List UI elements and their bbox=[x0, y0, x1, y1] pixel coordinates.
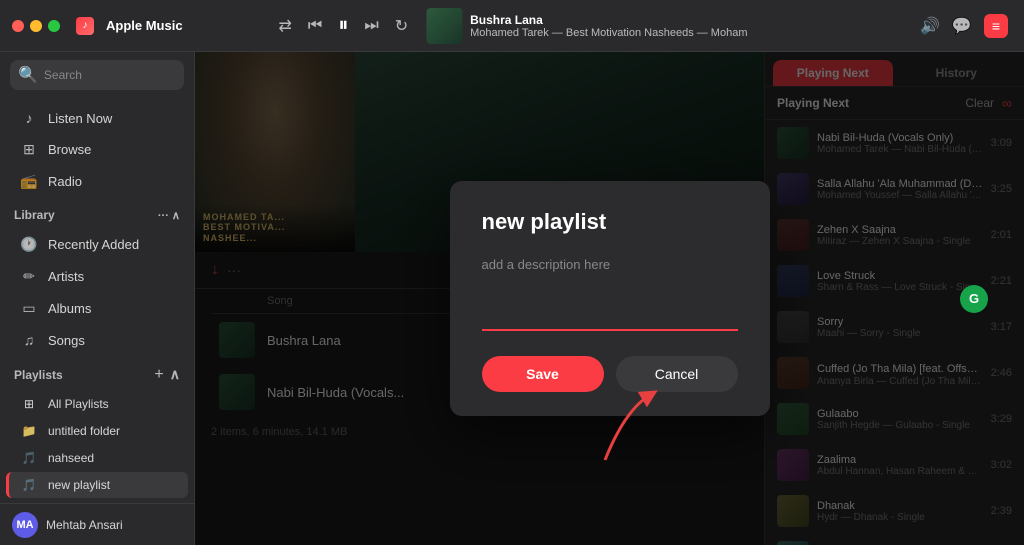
now-playing-info: Bushra Lana Mohamed Tarek — Best Motivat… bbox=[426, 8, 747, 44]
playlists-section: ⊞ All Playlists 📁 untitled folder 🎵 nahs… bbox=[0, 386, 194, 503]
sidebar-item-radio[interactable]: 📻 Radio bbox=[6, 166, 188, 197]
playlist-item-label: untitled folder bbox=[48, 424, 120, 438]
sidebar-item-label: Browse bbox=[48, 142, 91, 157]
modal-description-input[interactable] bbox=[482, 251, 738, 331]
playlist-item-label: All Playlists bbox=[48, 397, 109, 411]
library-expand-icon: ··· ∧ bbox=[158, 209, 180, 222]
playlists-controls: + ∧ bbox=[154, 366, 180, 384]
sidebar-item-albums[interactable]: ▭ Albums bbox=[6, 293, 188, 324]
search-icon: 🔍 bbox=[18, 65, 38, 85]
sidebar-item-browse[interactable]: ⊞ Browse bbox=[6, 134, 188, 165]
song-title: Bushra Lana bbox=[470, 13, 747, 27]
playlist-item-new-playlist[interactable]: 🎵 new playlist bbox=[6, 472, 188, 498]
repeat-button[interactable]: ↻ bbox=[393, 14, 410, 38]
listen-now-icon: ♪ bbox=[20, 110, 38, 126]
modal-dialog: new playlist Save Cancel bbox=[450, 181, 770, 416]
playlists-label: Playlists bbox=[14, 368, 63, 382]
main-layout: 🔍 ♪ Listen Now ⊞ Browse 📻 Radio Library … bbox=[0, 52, 1024, 545]
folder-icon: 📁 bbox=[20, 424, 38, 438]
titlebar-left: ♪ Apple Music bbox=[12, 17, 183, 35]
shuffle-button[interactable]: ⇄ bbox=[277, 14, 294, 38]
search-bar[interactable]: 🔍 bbox=[10, 60, 184, 90]
playlist-item-label: nahseed bbox=[48, 451, 94, 465]
playlist-item-all[interactable]: ⊞ All Playlists bbox=[6, 391, 188, 417]
playlist-item-label: new playlist bbox=[48, 478, 110, 492]
sidebar-item-label: Songs bbox=[48, 333, 85, 348]
sidebar-nav: ♪ Listen Now ⊞ Browse 📻 Radio bbox=[0, 98, 194, 202]
grammarly-icon[interactable]: G bbox=[960, 285, 988, 313]
modal-buttons: Save Cancel bbox=[482, 356, 738, 392]
modal-title: new playlist bbox=[482, 209, 738, 235]
sidebar-item-label: Artists bbox=[48, 269, 84, 284]
app-title: Apple Music bbox=[106, 18, 183, 33]
sidebar-item-songs[interactable]: ♫ Songs bbox=[6, 325, 188, 355]
modal-cancel-button[interactable]: Cancel bbox=[616, 356, 738, 392]
all-playlists-icon: ⊞ bbox=[20, 397, 38, 411]
transport-controls: ⇄ ⏮ ⏸ ⏭ ↻ bbox=[277, 12, 411, 39]
sidebar-item-label: Albums bbox=[48, 301, 91, 316]
sidebar-item-artists[interactable]: ✏ Artists bbox=[6, 261, 188, 292]
modal-overlay: new playlist Save Cancel G bbox=[195, 52, 1024, 545]
playlist-item-nahseed[interactable]: 🎵 nahseed bbox=[6, 445, 188, 471]
app-logo: ♪ bbox=[76, 17, 94, 35]
titlebar-right: 🔊 💬 ≡ bbox=[920, 14, 1008, 38]
pause-button[interactable]: ⏸ bbox=[336, 12, 350, 39]
sidebar-item-listen-now[interactable]: ♪ Listen Now bbox=[6, 103, 188, 133]
titlebar-center: ⇄ ⏮ ⏸ ⏭ ↻ Bushra Lana Mohamed Tarek — Be… bbox=[277, 8, 748, 44]
playlist-icon: 🎵 bbox=[20, 478, 38, 492]
songs-icon: ♫ bbox=[20, 332, 38, 348]
sidebar: 🔍 ♪ Listen Now ⊞ Browse 📻 Radio Library … bbox=[0, 52, 195, 545]
titlebar: ♪ Apple Music ⇄ ⏮ ⏸ ⏭ ↻ Bushra Lana Moha… bbox=[0, 0, 1024, 52]
radio-icon: 📻 bbox=[20, 173, 38, 190]
now-playing-thumb bbox=[426, 8, 462, 44]
recently-added-icon: 🕐 bbox=[20, 236, 38, 253]
prev-button[interactable]: ⏮ bbox=[306, 15, 324, 37]
user-footer: MA Mehtab Ansari bbox=[0, 503, 194, 545]
playlist-icon: 🎵 bbox=[20, 451, 38, 465]
now-playing-text: Bushra Lana Mohamed Tarek — Best Motivat… bbox=[470, 13, 747, 39]
queue-button[interactable]: ≡ bbox=[984, 14, 1008, 38]
albums-icon: ▭ bbox=[20, 300, 38, 317]
playlists-section-header[interactable]: Playlists + ∧ bbox=[0, 360, 194, 386]
playlists-collapse-icon: ∧ bbox=[170, 366, 180, 384]
library-section-header[interactable]: Library ··· ∧ bbox=[0, 202, 194, 224]
search-input[interactable] bbox=[44, 68, 195, 82]
close-button[interactable] bbox=[12, 20, 24, 32]
avatar: MA bbox=[12, 512, 38, 538]
sidebar-item-label: Recently Added bbox=[48, 237, 139, 252]
content-area: MOHAMED TA... BEST MOTIVA... NASHEE... ↓… bbox=[195, 52, 1024, 545]
add-playlist-button[interactable]: + bbox=[154, 366, 163, 384]
maximize-button[interactable] bbox=[48, 20, 60, 32]
browse-icon: ⊞ bbox=[20, 141, 38, 158]
sidebar-item-recently-added[interactable]: 🕐 Recently Added bbox=[6, 229, 188, 260]
song-artist: Mohamed Tarek — Best Motivation Nasheeds… bbox=[470, 27, 747, 39]
sidebar-item-label: Radio bbox=[48, 174, 82, 189]
library-nav: 🕐 Recently Added ✏ Artists ▭ Albums ♫ So… bbox=[0, 224, 194, 360]
volume-button[interactable]: 🔊 bbox=[920, 16, 940, 36]
message-button[interactable]: 💬 bbox=[952, 16, 972, 36]
modal-save-button[interactable]: Save bbox=[482, 356, 604, 392]
minimize-button[interactable] bbox=[30, 20, 42, 32]
playlist-item-untitled-folder[interactable]: 📁 untitled folder bbox=[6, 418, 188, 444]
next-button[interactable]: ⏭ bbox=[362, 15, 380, 37]
artists-icon: ✏ bbox=[20, 268, 38, 285]
sidebar-item-label: Listen Now bbox=[48, 111, 112, 126]
window-buttons bbox=[12, 20, 60, 32]
user-name: Mehtab Ansari bbox=[46, 518, 123, 532]
library-label: Library bbox=[14, 208, 55, 222]
